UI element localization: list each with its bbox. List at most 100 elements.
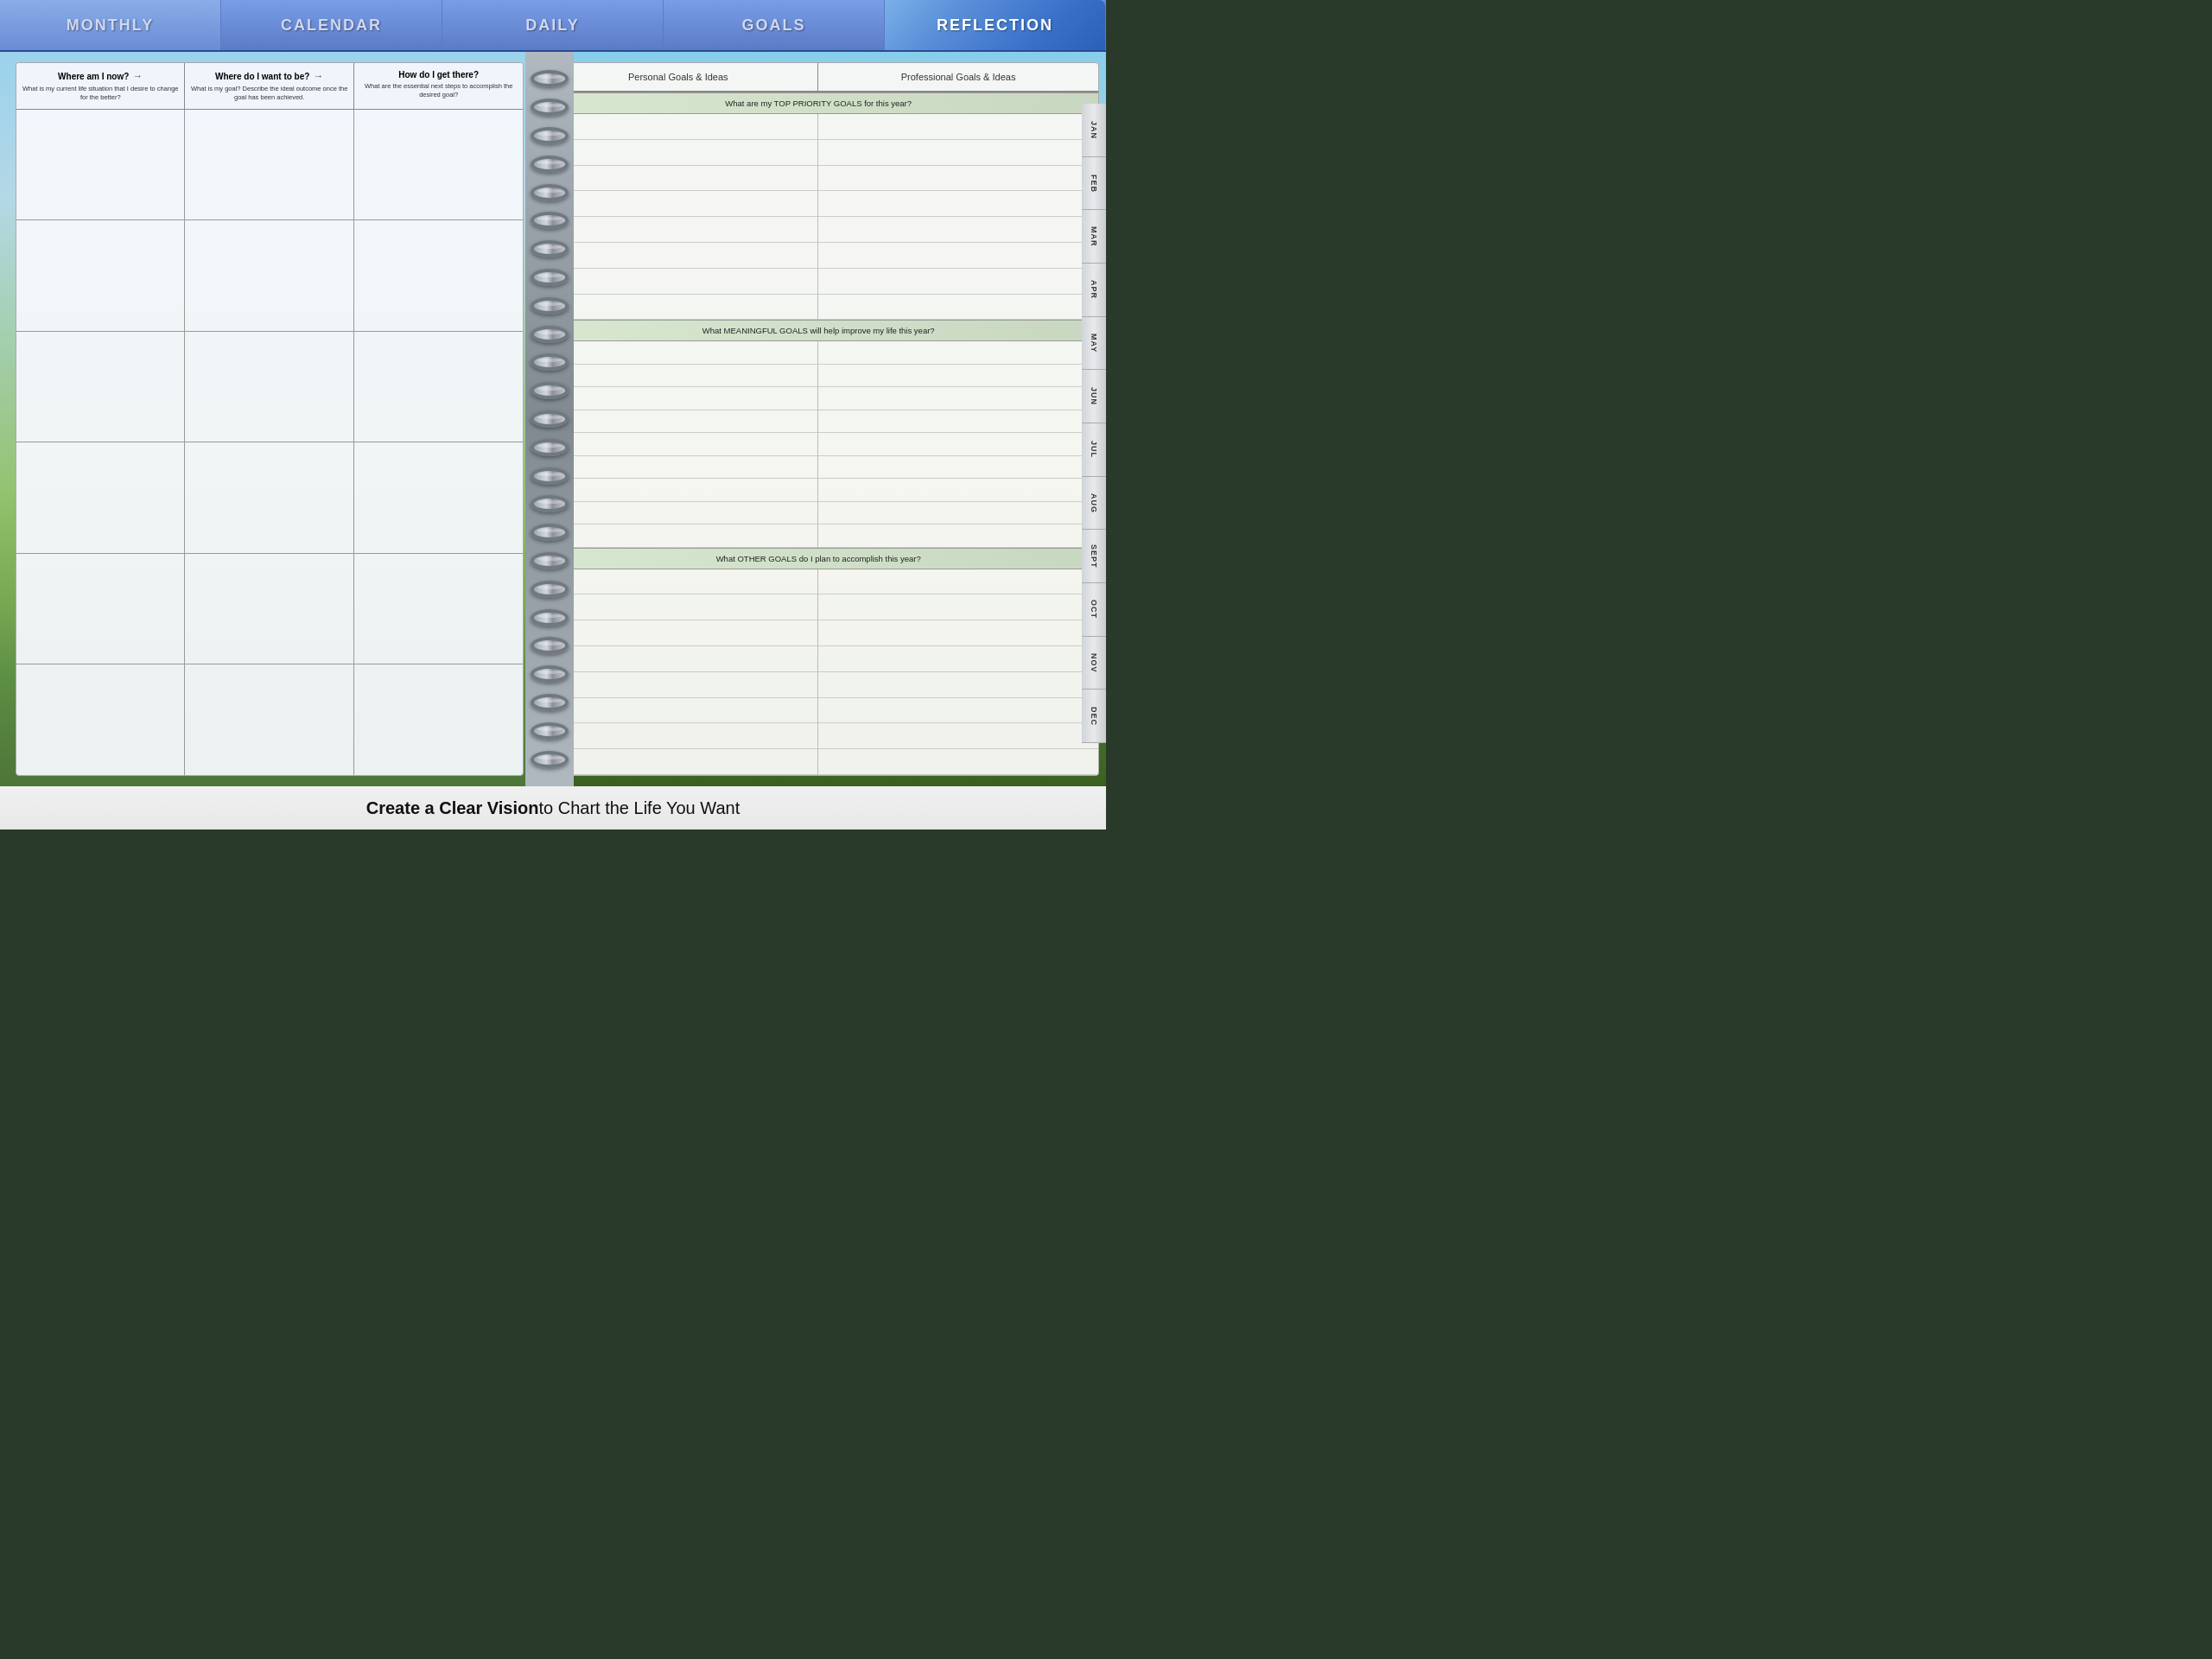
month-tab-feb[interactable]: FEB — [1082, 157, 1106, 211]
lp-cell[interactable] — [354, 554, 523, 664]
goal-line[interactable] — [538, 479, 817, 501]
goal-line[interactable] — [538, 620, 817, 646]
lp-cell[interactable] — [185, 332, 353, 442]
lp-cell[interactable] — [185, 110, 353, 220]
lp-cell[interactable] — [185, 442, 353, 553]
goal-line[interactable] — [538, 191, 817, 217]
month-tab-oct[interactable]: OCT — [1082, 583, 1106, 637]
month-tab-jan[interactable]: JAN — [1082, 104, 1106, 157]
goal-line[interactable] — [818, 620, 1098, 646]
goal-line[interactable] — [818, 569, 1098, 595]
goal-line[interactable] — [818, 243, 1098, 269]
lp-cell[interactable] — [16, 110, 185, 220]
goal-line[interactable] — [818, 140, 1098, 166]
tab-goals[interactable]: GOALS — [664, 0, 885, 50]
month-tab-nov[interactable]: NOV — [1082, 637, 1106, 690]
goal-line[interactable] — [538, 672, 817, 698]
spiral-ring — [531, 269, 569, 286]
goal-line[interactable] — [538, 365, 817, 387]
lp-cell[interactable] — [354, 332, 523, 442]
lp-cell[interactable] — [16, 442, 185, 553]
goal-line[interactable] — [538, 524, 817, 547]
goal-line[interactable] — [538, 114, 817, 140]
tab-monthly[interactable]: MONTHLY — [0, 0, 221, 50]
goal-line[interactable] — [818, 387, 1098, 410]
month-tab-jul[interactable]: JUL — [1082, 423, 1106, 477]
goal-line[interactable] — [818, 217, 1098, 243]
goal-line[interactable] — [538, 341, 817, 364]
lp-cell[interactable] — [16, 220, 185, 331]
bottom-caption: Create a Clear Vision to Chart the Life … — [0, 786, 1106, 830]
goal-line[interactable] — [818, 524, 1098, 547]
lp-cell[interactable] — [354, 220, 523, 331]
goal-line[interactable] — [818, 295, 1098, 321]
subtext-3: What are the essential next steps to acc… — [359, 82, 518, 99]
goal-line[interactable] — [538, 166, 817, 192]
lp-cell[interactable] — [16, 554, 185, 664]
lp-cell[interactable] — [16, 332, 185, 442]
month-tab-mar[interactable]: MAR — [1082, 210, 1106, 264]
spiral-ring — [531, 70, 569, 87]
meaningful-goals-section: What MEANINGFUL GOALS will help improve … — [538, 320, 1098, 547]
goal-line[interactable] — [818, 365, 1098, 387]
goal-line[interactable] — [538, 410, 817, 433]
goal-line[interactable] — [818, 646, 1098, 672]
lp-cell[interactable] — [185, 664, 353, 775]
goal-line[interactable] — [538, 243, 817, 269]
spiral-ring — [531, 581, 569, 598]
goal-line[interactable] — [538, 456, 817, 479]
goal-line[interactable] — [538, 433, 817, 455]
goal-line[interactable] — [538, 569, 817, 595]
top-priority-lines — [538, 114, 1098, 320]
month-tab-sept[interactable]: SEPT — [1082, 530, 1106, 583]
goal-line[interactable] — [818, 341, 1098, 364]
goal-line[interactable] — [818, 269, 1098, 295]
month-tab-apr[interactable]: APR — [1082, 264, 1106, 317]
lp-cell[interactable] — [185, 220, 353, 331]
month-tab-jun[interactable]: JUN — [1082, 370, 1106, 423]
month-tab-dec[interactable]: DEC — [1082, 690, 1106, 743]
month-tab-aug[interactable]: AUG — [1082, 477, 1106, 531]
goal-line[interactable] — [818, 410, 1098, 433]
goal-line[interactable] — [538, 269, 817, 295]
goal-line[interactable] — [538, 646, 817, 672]
tab-calendar[interactable]: CALENDAR — [221, 0, 442, 50]
other-goals-section: What OTHER GOALS do I plan to accomplish… — [538, 548, 1098, 775]
other-goals-lines — [538, 569, 1098, 775]
tab-daily[interactable]: DAILY — [442, 0, 664, 50]
goal-line[interactable] — [538, 749, 817, 775]
professional-meaningful-col — [818, 341, 1098, 547]
goal-line[interactable] — [818, 502, 1098, 524]
goal-line[interactable] — [818, 433, 1098, 455]
goal-line[interactable] — [818, 698, 1098, 724]
goal-line[interactable] — [818, 456, 1098, 479]
goal-line[interactable] — [818, 191, 1098, 217]
goal-line[interactable] — [538, 502, 817, 524]
goal-line[interactable] — [538, 698, 817, 724]
goal-line[interactable] — [818, 749, 1098, 775]
lp-cell[interactable] — [185, 554, 353, 664]
lp-cell[interactable] — [354, 442, 523, 553]
goal-line[interactable] — [538, 140, 817, 166]
goal-line[interactable] — [818, 594, 1098, 620]
goal-line[interactable] — [818, 166, 1098, 192]
lp-cell[interactable] — [354, 664, 523, 775]
other-goals-header: What OTHER GOALS do I plan to accomplish… — [538, 548, 1098, 569]
lp-cell[interactable] — [354, 110, 523, 220]
goal-line[interactable] — [538, 594, 817, 620]
top-priority-header: What are my TOP PRIORITY GOALS for this … — [538, 92, 1098, 114]
goal-line[interactable] — [818, 723, 1098, 749]
goal-line[interactable] — [538, 217, 817, 243]
month-tabs: JAN FEB MAR APR MAY JUN JUL AUG SEPT OCT… — [1082, 104, 1106, 743]
lp-row-5 — [16, 554, 523, 665]
tab-reflection[interactable]: REFLECTION — [885, 0, 1106, 50]
lp-cell[interactable] — [16, 664, 185, 775]
goal-line[interactable] — [818, 479, 1098, 501]
goal-line[interactable] — [818, 114, 1098, 140]
goal-line[interactable] — [538, 295, 817, 321]
month-tab-may[interactable]: MAY — [1082, 317, 1106, 371]
goal-line[interactable] — [538, 723, 817, 749]
goal-line[interactable] — [818, 672, 1098, 698]
left-page: Where am I now? → What is my current lif… — [0, 52, 531, 786]
goal-line[interactable] — [538, 387, 817, 410]
